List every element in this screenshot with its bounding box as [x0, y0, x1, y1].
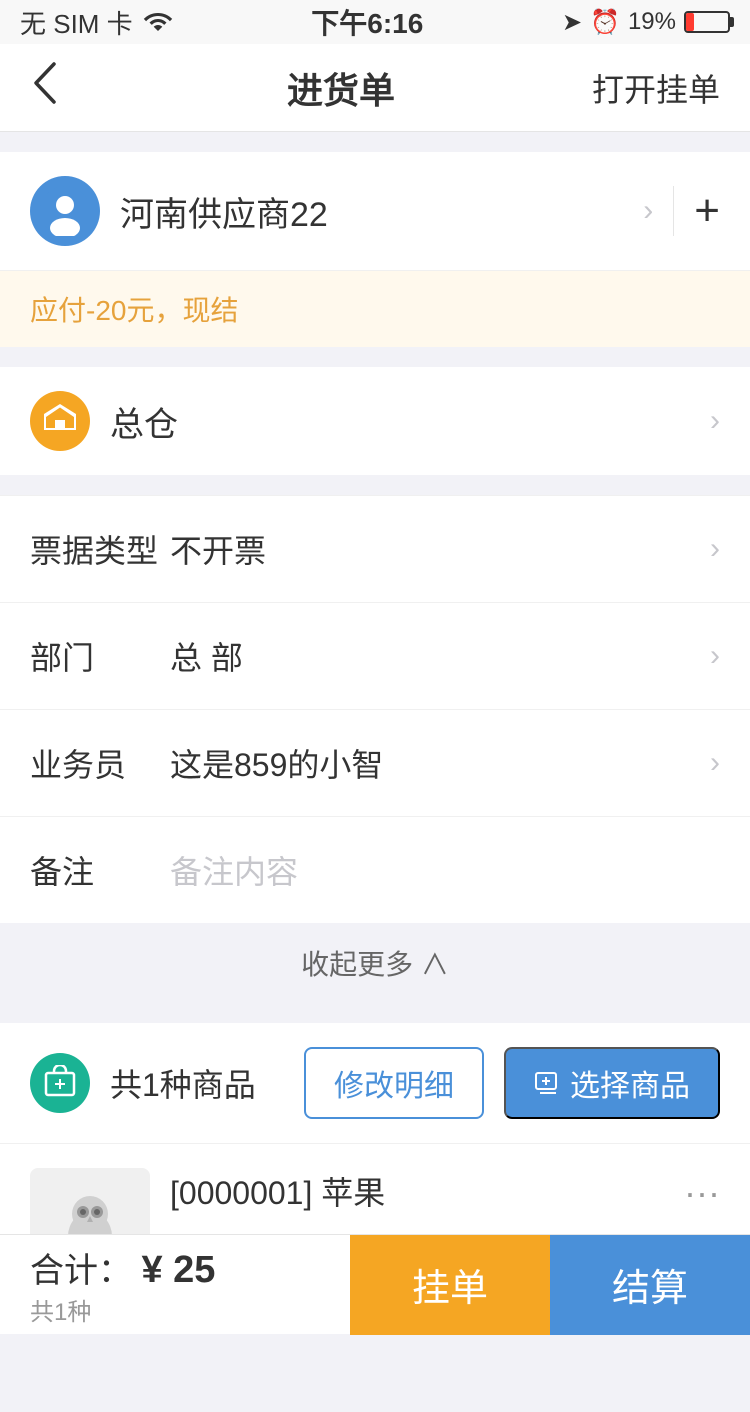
total-amount: ¥ 25: [141, 1249, 215, 1291]
edit-details-button[interactable]: 修改明细: [304, 1047, 484, 1119]
chevron-right-icon: ›: [643, 194, 653, 228]
carrier-text: 无 SIM 卡: [20, 4, 133, 41]
invoice-value: 不开票: [160, 526, 700, 572]
section-gap-1: [0, 132, 750, 152]
warehouse-card: 总仓 ›: [0, 367, 750, 475]
sales-row[interactable]: 业务员 这是859的小智 ›: [0, 709, 750, 816]
status-bar: 无 SIM 卡 下午6:16 ➤ ⏰ 19%: [0, 0, 750, 44]
dept-value: 总 部: [160, 633, 700, 679]
status-right: ➤ ⏰ 19%: [562, 8, 730, 37]
dept-chevron-icon: ›: [710, 639, 720, 673]
section-gap-2: [0, 347, 750, 367]
sales-chevron-icon: ›: [710, 746, 720, 780]
warehouse-name: 总仓: [110, 397, 700, 446]
status-carrier: 无 SIM 卡: [20, 4, 173, 41]
remark-label: 备注: [30, 847, 160, 893]
notice-bar: 应付-20元，现结: [0, 271, 750, 347]
status-time: 下午6:16: [311, 2, 423, 42]
nav-bar: 进货单 打开挂单: [0, 44, 750, 132]
collapse-button[interactable]: 收起更多 ∧: [0, 923, 750, 1003]
supplier-divider: [673, 186, 674, 236]
remark-input[interactable]: 备注内容: [160, 847, 720, 893]
summary-sub: 共1种: [30, 1292, 320, 1327]
battery-percent: 19%: [628, 8, 676, 36]
product-icon-wrap: [30, 1053, 90, 1113]
warehouse-chevron-icon: ›: [710, 404, 720, 438]
summary-total: 合计： ¥ 25: [30, 1243, 320, 1292]
product-name: [0000001] 苹果: [170, 1168, 664, 1214]
dept-label: 部门: [30, 633, 160, 679]
total-label: 合计：: [30, 1252, 132, 1290]
supplier-card: 河南供应商22 › + 应付-20元，现结: [0, 152, 750, 347]
supplier-row[interactable]: 河南供应商22 › +: [0, 152, 750, 271]
product-count: 共1种商品: [110, 1060, 284, 1106]
pending-button[interactable]: 挂单: [350, 1235, 550, 1335]
supplier-name: 河南供应商22: [120, 187, 633, 236]
form-card: 票据类型 不开票 › 部门 总 部 › 业务员 这是859的小智 › 备注 备注…: [0, 495, 750, 923]
warehouse-icon: [42, 402, 78, 440]
alarm-icon: ⏰: [590, 8, 620, 37]
location-icon: ➤: [562, 8, 582, 37]
product-header: 共1种商品 修改明细 选择商品: [0, 1023, 750, 1143]
open-pending-button[interactable]: 打开挂单: [592, 65, 720, 111]
invoice-label: 票据类型: [30, 526, 160, 572]
dept-row[interactable]: 部门 总 部 ›: [0, 602, 750, 709]
bottom-summary-bar: 合计： ¥ 25 共1种 挂单 结算: [0, 1234, 750, 1334]
select-product-label: 选择商品: [570, 1061, 690, 1105]
supplier-avatar: [30, 176, 100, 246]
back-button[interactable]: [30, 60, 90, 116]
product-title: 苹果: [321, 1175, 385, 1211]
warehouse-row[interactable]: 总仓 ›: [0, 367, 750, 475]
add-supplier-button[interactable]: +: [694, 186, 720, 236]
sales-value: 这是859的小智: [160, 740, 700, 786]
checkout-button[interactable]: 结算: [550, 1235, 750, 1335]
product-more-button[interactable]: ···: [684, 1168, 720, 1214]
select-product-button[interactable]: 选择商品: [504, 1047, 720, 1119]
product-code: [0000001]: [170, 1175, 321, 1211]
notice-text: 应付-20元，现结: [30, 295, 238, 326]
warehouse-icon-wrap: [30, 391, 90, 451]
wifi-icon: [143, 7, 173, 38]
sales-label: 业务员: [30, 740, 160, 786]
remark-row[interactable]: 备注 备注内容: [0, 816, 750, 923]
summary-info: 合计： ¥ 25 共1种: [0, 1243, 350, 1327]
section-gap-3: [0, 475, 750, 495]
invoice-chevron-icon: ›: [710, 532, 720, 566]
battery-icon: [684, 11, 730, 33]
invoice-row[interactable]: 票据类型 不开票 ›: [0, 495, 750, 602]
page-title: 进货单: [287, 62, 395, 114]
